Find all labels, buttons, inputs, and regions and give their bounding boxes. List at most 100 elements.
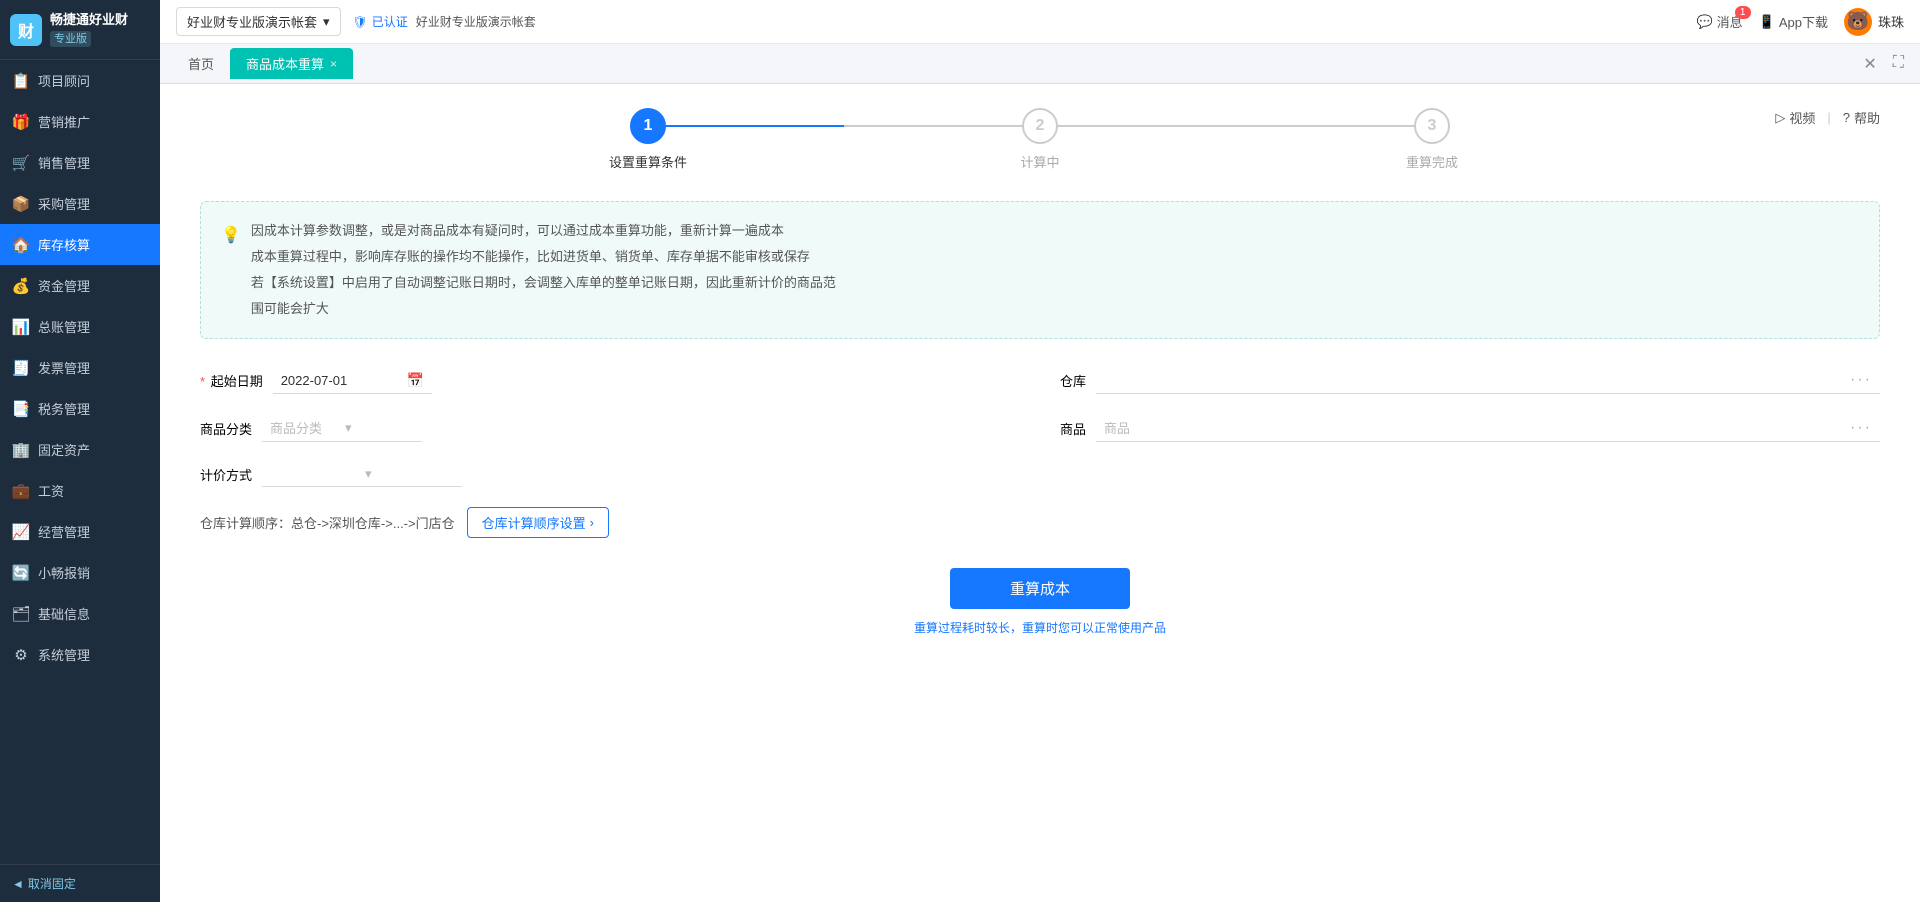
sidebar-item-payroll[interactable]: 💼 工资 (0, 470, 160, 511)
start-date-input[interactable] (281, 373, 401, 388)
inventory-icon: 🏠 (12, 236, 30, 254)
sidebar-item-operations[interactable]: 📈 经营管理 (0, 511, 160, 552)
sidebar-item-accounting[interactable]: 📊 总账管理 (0, 306, 160, 347)
sidebar-item-tax[interactable]: 📑 税务管理 (0, 388, 160, 429)
start-date-input-wrap[interactable]: 📅 (273, 368, 432, 394)
tab-home[interactable]: 首页 (172, 48, 230, 79)
sidebar-item-system[interactable]: ⚙ 系统管理 (0, 634, 160, 675)
sidebar-item-project[interactable]: 📋 项目顾问 (0, 60, 160, 101)
chevron-right-icon: › (590, 515, 594, 530)
step-3: 3 重算完成 (1236, 108, 1628, 171)
price-method-select[interactable]: ▾ (262, 462, 462, 487)
step-1-label: 设置重算条件 (609, 152, 687, 171)
step-3-label: 重算完成 (1406, 152, 1458, 171)
goods-more-icon[interactable]: ··· (1850, 419, 1872, 437)
sidebar-item-basic[interactable]: 🗂 基础信息 (0, 593, 160, 634)
submit-hint: 重算过程耗时较长，重算时您可以正常使用产品 (914, 619, 1166, 636)
goods-placeholder: 商品 (1104, 418, 1850, 437)
sidebar-item-expense[interactable]: 🔄 小畅报销 (0, 552, 160, 593)
step-1-circle: 1 (630, 108, 666, 144)
help-link[interactable]: ? 帮助 (1843, 108, 1880, 127)
notice-line-3: 若【系统设置】中启用了自动调整记账日期时，会调整入库单的整单记账日期，因此重新计… (251, 270, 836, 296)
user-avatar-area[interactable]: 🐻 珠珠 (1844, 8, 1904, 36)
sales-icon: 🛒 (12, 154, 30, 172)
price-method-label: 计价方式 (200, 465, 252, 484)
category-select[interactable]: 商品分类 ▾ (262, 414, 422, 442)
project-icon: 📋 (12, 72, 30, 90)
operations-icon: 📈 (12, 523, 30, 541)
expand-window-button[interactable]: ⛶ (1889, 50, 1908, 78)
verified-badge: 🛡 已认证 (353, 13, 408, 30)
system-icon: ⚙ (12, 646, 30, 664)
finance-icon: 💰 (12, 277, 30, 295)
tab-goods-cost-label: 商品成本重算 (246, 54, 324, 73)
close-window-button[interactable]: ✕ (1859, 50, 1880, 78)
tabs-bar: 首页 商品成本重算 × ✕ ⛶ (160, 44, 1920, 84)
warehouse-input-wrap[interactable]: ··· (1096, 367, 1880, 394)
step-2-label: 计算中 (1020, 152, 1059, 171)
chevron-down-icon: ▾ (345, 420, 414, 436)
topbar: 好业财专业版演示帐套 ▾ 🛡 已认证 好业财专业版演示帐套 💬 消息 1 📱 A… (160, 0, 1920, 44)
main-area: 好业财专业版演示帐套 ▾ 🛡 已认证 好业财专业版演示帐套 💬 消息 1 📱 A… (160, 0, 1920, 902)
question-icon: ? (1843, 110, 1850, 125)
sidebar-item-label-expense: 小畅报销 (38, 563, 90, 582)
warehouse-order-button[interactable]: 仓库计算顺序设置 › (467, 507, 609, 538)
tax-icon: 📑 (12, 400, 30, 418)
form-section: * 起始日期 📅 仓库 ··· 商 (200, 367, 1880, 538)
calendar-icon[interactable]: 📅 (407, 372, 424, 389)
notice-icon: 💡 (221, 220, 241, 322)
category-field: 商品分类 商品分类 ▾ (200, 414, 1020, 442)
sidebar-item-assets[interactable]: 🏢 固定资产 (0, 429, 160, 470)
warehouse-more-icon[interactable]: ··· (1850, 371, 1872, 389)
video-link[interactable]: ▷ 视频 (1775, 108, 1815, 127)
accounting-icon: 📊 (12, 318, 30, 336)
top-actions: ▷ 视频 | ? 帮助 (1775, 108, 1880, 127)
sidebar-item-purchase[interactable]: 📦 采购管理 (0, 183, 160, 224)
video-label: 视频 (1789, 108, 1815, 127)
expense-icon: 🔄 (12, 564, 30, 582)
submit-button[interactable]: 重算成本 (950, 568, 1130, 609)
sidebar-item-label-sales: 销售管理 (38, 153, 90, 172)
sidebar-item-label-purchase: 采购管理 (38, 194, 90, 213)
sidebar-item-inventory[interactable]: 🏠 库存核算 (0, 224, 160, 265)
form-row-2: 商品分类 商品分类 ▾ 商品 商品 ··· (200, 414, 1880, 442)
warehouse-order-btn-label: 仓库计算顺序设置 (482, 513, 586, 532)
sidebar-item-invoice[interactable]: 🧾 发票管理 (0, 347, 160, 388)
shield-icon: 🛡 (353, 15, 368, 29)
goods-input-wrap[interactable]: 商品 ··· (1096, 414, 1880, 442)
app-logo-icon: 财 (10, 14, 42, 46)
basic-icon: 🗂 (12, 605, 30, 623)
tab-home-label: 首页 (188, 54, 214, 73)
tab-close-icon[interactable]: × (330, 57, 337, 71)
sidebar-item-sales[interactable]: 🛒 销售管理 (0, 142, 160, 183)
tab-goods-cost[interactable]: 商品成本重算 × (230, 48, 353, 79)
sidebar-item-marketing[interactable]: 🎁 营销推广 (0, 101, 160, 142)
unpin-label: 取消固定 (28, 875, 76, 892)
goods-label: 商品 (1060, 419, 1086, 438)
message-button[interactable]: 💬 消息 1 (1696, 12, 1742, 31)
steps-section: ▷ 视频 | ? 帮助 1 设置重算条件 (200, 108, 1880, 171)
company-select[interactable]: 好业财专业版演示帐套 ▾ (176, 7, 341, 36)
chevron-down-icon-2: ▾ (365, 466, 454, 482)
steps-container: 1 设置重算条件 2 计算中 (452, 108, 1628, 171)
username: 珠珠 (1878, 12, 1904, 31)
app-download-button[interactable]: 📱 App下载 (1759, 12, 1828, 31)
notice-line-4: 围可能会扩大 (251, 296, 836, 322)
step-3-circle: 3 (1414, 108, 1450, 144)
submit-btn-label: 重算成本 (1010, 581, 1070, 598)
message-icon: 💬 (1696, 14, 1712, 30)
warehouse-order-row: 仓库计算顺序：总仓->深圳仓库->...->门店仓 仓库计算顺序设置 › (200, 507, 1880, 538)
sidebar-item-finance[interactable]: 💰 资金管理 (0, 265, 160, 306)
warehouse-label: 仓库 (1060, 371, 1086, 390)
warehouse-order-label: 仓库计算顺序：总仓->深圳仓库->...->门店仓 (200, 513, 455, 532)
unpin-button[interactable]: ◄ 取消固定 (0, 864, 160, 902)
play-icon: ▷ (1775, 110, 1785, 126)
company-select-text: 好业财专业版演示帐套 (187, 12, 317, 31)
message-badge: 1 (1735, 6, 1751, 19)
notice-box: 💡 因成本计算参数调整，或是对商品成本有疑问时，可以通过成本重算功能，重新计算一… (200, 201, 1880, 339)
sidebar-item-label-basic: 基础信息 (38, 604, 90, 623)
sidebar-nav: 📋 项目顾问 🎁 营销推广 🛒 销售管理 📦 采购管理 🏠 库存核算 💰 资金管… (0, 60, 160, 864)
step-2-circle: 2 (1022, 108, 1058, 144)
sidebar-item-label-project: 项目顾问 (38, 71, 90, 90)
notice-line-1: 因成本计算参数调整，或是对商品成本有疑问时，可以通过成本重算功能，重新计算一遍成… (251, 218, 836, 244)
